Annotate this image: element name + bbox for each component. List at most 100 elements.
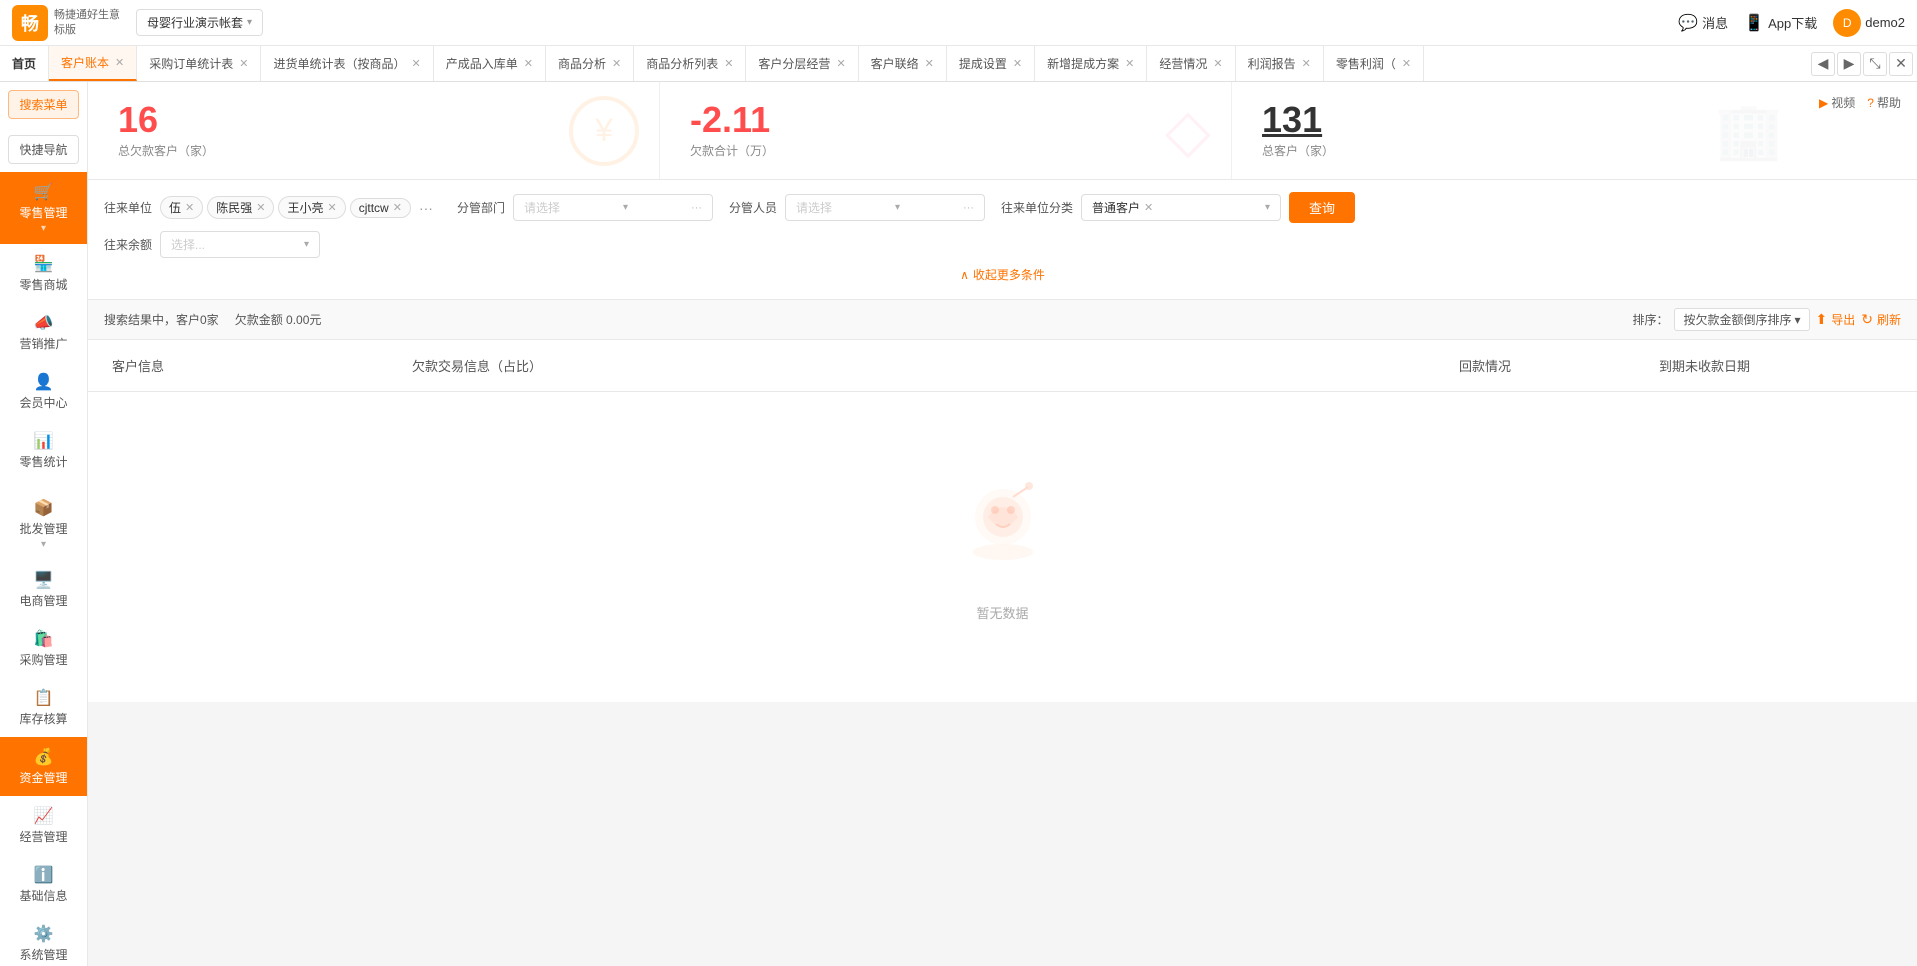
close-icon[interactable]: ✕	[724, 57, 733, 70]
sort-select[interactable]: 按欠款金额倒序排序 ▾	[1674, 308, 1809, 331]
sidebar-item-purchase[interactable]: 🛍️ 采购管理	[0, 619, 87, 678]
tab-close-all-button[interactable]: ✕	[1889, 52, 1913, 76]
stat-customers-text: 16 总欠款客户（家）	[118, 102, 214, 159]
tab-customer-tiered[interactable]: 客户分层经营 ✕	[746, 46, 858, 81]
question-icon: ?	[1867, 96, 1874, 110]
quick-nav-button[interactable]: 快捷导航	[8, 135, 79, 164]
stat-customers-block: ¥ 16 总欠款客户（家）	[88, 82, 660, 179]
sidebar-item-retail[interactable]: 🛒 零售管理 ▾	[0, 172, 87, 244]
person-filter-select[interactable]: 请选择 ▾ ···	[785, 194, 985, 221]
chevron-up-icon: ∧	[960, 268, 969, 282]
unit-class-filter-label: 往来单位分类	[1001, 199, 1073, 216]
sidebar-item-system[interactable]: ⚙️ 系统管理	[0, 914, 87, 966]
sidebar: 搜索菜单 快捷导航 🛒 零售管理 ▾ 🏪 零售商城 📣 营销推广 👤 会员中心 …	[0, 82, 88, 966]
empty-label: 暂无数据	[976, 603, 1028, 622]
collapse-button[interactable]: ∧ 收起更多条件	[104, 266, 1901, 283]
tab-product-analysis-list[interactable]: 商品分析列表 ✕	[634, 46, 746, 81]
remove-tag-cjttcw-button[interactable]: ✕	[393, 201, 402, 214]
close-icon[interactable]: ✕	[836, 57, 845, 70]
close-icon[interactable]: ✕	[1013, 57, 1022, 70]
tab-product-analysis[interactable]: 商品分析 ✕	[546, 46, 634, 81]
close-icon[interactable]: ✕	[239, 57, 248, 70]
wholesale-icon: 📦	[34, 498, 54, 518]
remove-tag-wang-button[interactable]: ✕	[328, 201, 337, 214]
tab-fullscreen-button[interactable]: ⤡	[1863, 52, 1887, 76]
sidebar-item-wholesale[interactable]: 📦 批发管理 ▾	[0, 488, 87, 560]
tab-retail-profit[interactable]: 零售利润（ ✕	[1324, 46, 1424, 81]
unit-tag-wu: 伍 ✕	[160, 196, 203, 219]
sidebar-item-basic-info[interactable]: ℹ️ 基础信息	[0, 855, 87, 914]
tab-inbound-stats[interactable]: 进货单统计表（按商品） ✕	[261, 46, 433, 81]
close-icon[interactable]: ✕	[1302, 57, 1311, 70]
remove-tag-wu-button[interactable]: ✕	[185, 201, 194, 214]
tab-home[interactable]: 首页	[0, 46, 49, 81]
close-icon[interactable]: ✕	[1402, 57, 1411, 70]
stat-total-number: 131	[1262, 102, 1334, 138]
sidebar-item-inventory[interactable]: 📋 库存核算	[0, 678, 87, 737]
tab-business-status[interactable]: 经营情况 ✕	[1147, 46, 1235, 81]
logo-icon: 畅	[12, 5, 48, 41]
tab-scroll-right-button[interactable]: ▶	[1837, 52, 1861, 76]
user-menu-button[interactable]: D demo2	[1833, 9, 1905, 37]
refresh-button[interactable]: ↻ 刷新	[1861, 311, 1901, 328]
th-debt-info: 欠款交易信息（占比）	[404, 350, 1451, 381]
remove-normal-customer-button[interactable]: ✕	[1144, 201, 1153, 214]
dept-clear-icon[interactable]: ···	[691, 202, 702, 214]
sidebar-item-marketing[interactable]: 📣 营销推广	[0, 303, 87, 362]
unit-class-chevron-icon: ▾	[1265, 202, 1270, 213]
stat-amount-label: 欠款合计（万）	[690, 142, 774, 159]
sidebar-item-ecommerce[interactable]: 🖥️ 电商管理	[0, 560, 87, 619]
filter-row-2: 往来余额 选择... ▾	[104, 231, 1901, 258]
sidebar-search-section: 搜索菜单	[0, 82, 87, 127]
close-icon[interactable]: ✕	[925, 57, 934, 70]
close-icon[interactable]: ✕	[1125, 57, 1134, 70]
tab-customer-contact[interactable]: 客户联络 ✕	[859, 46, 947, 81]
export-icon: ⬆	[1816, 311, 1828, 328]
stat-total-customers-block: 🏢 131 总客户（家）	[1232, 82, 1803, 179]
video-button[interactable]: ▶ 视频	[1819, 94, 1855, 111]
search-menu-button[interactable]: 搜索菜单	[8, 90, 79, 119]
tab-purchase-order[interactable]: 采购订单统计表 ✕	[137, 46, 261, 81]
chevron-down-icon: ▾	[247, 17, 252, 28]
video-help-area: ▶ 视频 ? 帮助	[1803, 82, 1917, 179]
tab-scroll-left-button[interactable]: ◀	[1811, 52, 1835, 76]
filter-area: 往来单位 伍 ✕ 陈民强 ✕ 王小亮 ✕ cjttcw	[88, 180, 1917, 300]
help-button[interactable]: ? 帮助	[1867, 94, 1901, 111]
workspace-selector[interactable]: 母婴行业演示帐套 ▾	[136, 9, 263, 36]
retail-icon: 🛒	[34, 182, 54, 202]
close-icon[interactable]: ✕	[412, 57, 421, 70]
close-icon[interactable]: ✕	[115, 56, 124, 69]
tab-customer-ledger[interactable]: 客户账本 ✕	[49, 46, 137, 81]
person-filter-label: 分管人员	[729, 199, 777, 216]
stat-diamond-bg-icon: ◇	[1165, 96, 1211, 166]
unit-tag-cjttcw: cjttcw ✕	[350, 198, 411, 218]
export-button[interactable]: ⬆ 导出	[1816, 311, 1856, 328]
sidebar-item-finance[interactable]: 💰 资金管理	[0, 737, 87, 796]
close-icon[interactable]: ✕	[524, 57, 533, 70]
tab-commission-settings[interactable]: 提成设置 ✕	[947, 46, 1035, 81]
query-button[interactable]: 查询	[1289, 192, 1355, 223]
tab-production-inbound[interactable]: 产成品入库单 ✕	[434, 46, 546, 81]
stats-bar: ¥ 16 总欠款客户（家） ◇ -2.11 欠款合计（万） 🏢 131	[88, 82, 1917, 180]
person-more-icon[interactable]: ···	[963, 202, 974, 214]
tab-profit-report[interactable]: 利润报告 ✕	[1236, 46, 1324, 81]
unit-more-button[interactable]: ···	[419, 200, 433, 216]
app-download-button[interactable]: 📱 App下载	[1744, 13, 1817, 33]
unit-class-filter-select[interactable]: 普通客户 ✕ ▾	[1081, 194, 1281, 221]
sidebar-item-member[interactable]: 👤 会员中心	[0, 362, 87, 421]
message-button[interactable]: 💬 消息	[1678, 13, 1728, 33]
tab-new-commission[interactable]: 新增提成方案 ✕	[1035, 46, 1147, 81]
stat-total-label: 总客户（家）	[1262, 142, 1334, 159]
dept-filter-select[interactable]: 请选择 ▾ ···	[513, 194, 713, 221]
chevron-icon: ▾	[41, 223, 46, 234]
sidebar-item-retail-mall[interactable]: 🏪 零售商城	[0, 244, 87, 303]
close-icon[interactable]: ✕	[1213, 57, 1222, 70]
close-icon[interactable]: ✕	[612, 57, 621, 70]
balance-filter-select[interactable]: 选择... ▾	[160, 231, 320, 258]
sidebar-item-operations[interactable]: 📈 经营管理	[0, 796, 87, 855]
stat-customers-label: 总欠款客户（家）	[118, 142, 214, 159]
sidebar-item-retail-stats[interactable]: 📊 零售统计	[0, 421, 87, 480]
balance-filter-label: 往来余额	[104, 236, 152, 253]
remove-tag-chen-button[interactable]: ✕	[256, 201, 265, 214]
result-sort-area: 排序： 按欠款金额倒序排序 ▾ ⬆ 导出 ↻ 刷新	[1632, 308, 1901, 331]
